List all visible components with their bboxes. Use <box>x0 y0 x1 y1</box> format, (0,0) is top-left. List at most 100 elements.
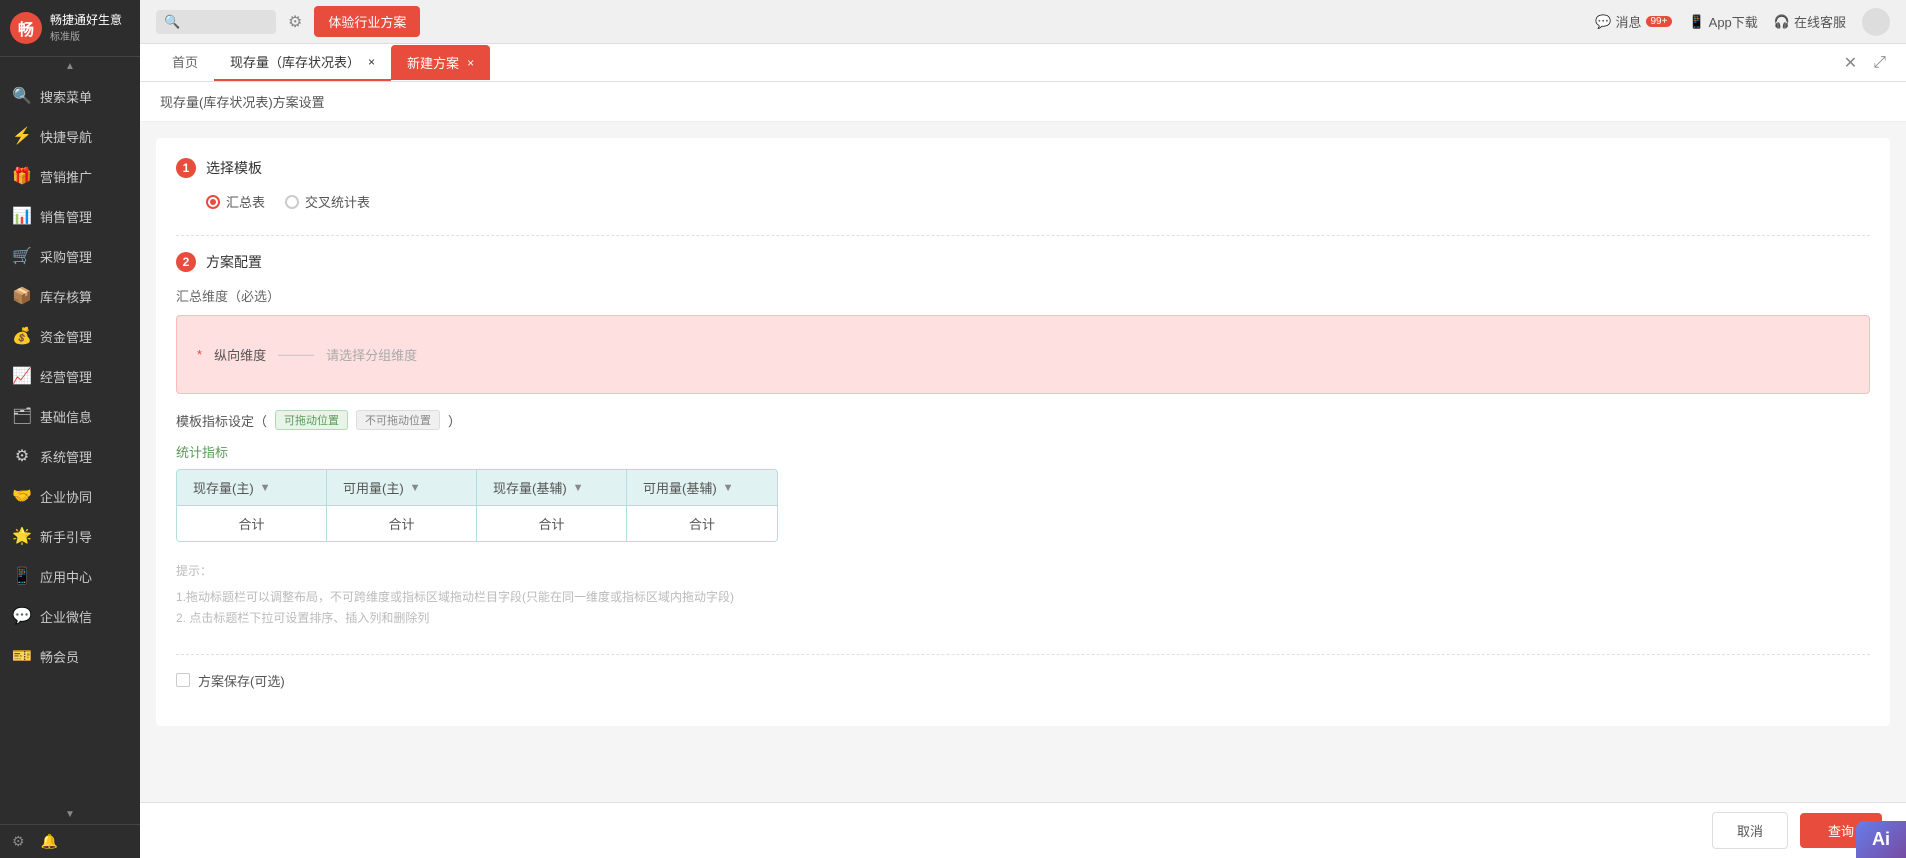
save-checkbox[interactable] <box>176 673 190 687</box>
cancel-button[interactable]: 取消 <box>1712 812 1788 849</box>
col-header-3[interactable]: 可用量(基辅) ▼ <box>627 470 777 505</box>
quicknav-icon: ⚡ <box>12 126 32 146</box>
messages-item[interactable]: 💬 消息 99+ <box>1595 12 1672 31</box>
tab-inventory-close[interactable]: × <box>368 55 375 69</box>
app-download-item[interactable]: 📱 App下载 <box>1688 12 1757 31</box>
search-icon: 🔍 <box>12 86 32 106</box>
sidebar-item-label: 营销推广 <box>40 167 92 186</box>
tab-new-label: 新建方案 <box>407 53 459 72</box>
step1-section: 1 选择模板 汇总表 交叉统计表 <box>176 158 1870 211</box>
sidebar-item-management[interactable]: 📈 经营管理 <box>0 356 140 396</box>
ai-badge[interactable]: Ai <box>1856 821 1906 858</box>
step2-section: 2 方案配置 汇总维度（必选） * 纵向维度 —— 请选择分组维度 模板指标设定… <box>176 252 1870 630</box>
tab-new-close[interactable]: × <box>467 56 474 70</box>
tab-new-plan[interactable]: 新建方案 × <box>391 45 490 80</box>
sidebar-item-purchase[interactable]: 🛒 采购管理 <box>0 236 140 276</box>
movable-badge: 可拖动位置 <box>275 410 348 430</box>
sidebar-item-guide[interactable]: 🌟 新手引导 <box>0 516 140 556</box>
sidebar-item-label: 销售管理 <box>40 207 92 226</box>
radio-summary-table[interactable]: 汇总表 <box>206 192 265 211</box>
col-chevron-3[interactable]: ▼ <box>723 482 734 494</box>
sidebar-item-apps[interactable]: 📱 应用中心 <box>0 556 140 596</box>
sidebar-footer: ⚙ 🔔 <box>0 824 140 858</box>
col-chevron-0[interactable]: ▼ <box>260 482 271 494</box>
stats-cell-2: 合计 <box>477 506 627 541</box>
close-window-button[interactable]: ✕ <box>1840 51 1861 75</box>
tips-section: 提示： 1.拖动标题栏可以调整布局，不可跨维度或指标区域拖动栏目字段(只能在同一… <box>176 561 1870 630</box>
tab-home[interactable]: 首页 <box>156 44 214 81</box>
window-controls: ✕ ⤢ <box>1840 51 1890 75</box>
topbar-right: 💬 消息 99+ 📱 App下载 🎧 在线客服 <box>1595 8 1890 36</box>
sidebar-item-member[interactable]: 🎫 畅会员 <box>0 636 140 676</box>
dimension-placeholder: 请选择分组维度 <box>326 345 417 364</box>
messages-icon: 💬 <box>1595 14 1611 30</box>
sidebar-item-collab[interactable]: 🤝 企业协同 <box>0 476 140 516</box>
finance-icon: 💰 <box>12 326 32 346</box>
footer-settings-icon[interactable]: ⚙ <box>12 833 25 850</box>
stats-title: 统计指标 <box>176 442 1870 461</box>
indicator-label-suffix: ） <box>448 411 461 430</box>
sidebar-item-finance[interactable]: 💰 资金管理 <box>0 316 140 356</box>
radio-cross-table[interactable]: 交叉统计表 <box>285 192 370 211</box>
sidebar-item-label: 企业协同 <box>40 487 92 506</box>
step2-number: 2 <box>176 252 196 272</box>
online-service-item[interactable]: 🎧 在线客服 <box>1774 12 1846 31</box>
sidebar-item-label: 基础信息 <box>40 407 92 426</box>
sidebar-item-base-info[interactable]: 🗂 基础信息 <box>0 396 140 436</box>
col-header-label-1: 可用量(主) <box>343 478 404 497</box>
gear-button[interactable]: ⚙ <box>288 12 302 32</box>
member-icon: 🎫 <box>12 646 32 666</box>
sidebar-item-quicknav[interactable]: ⚡ 快捷导航 <box>0 116 140 156</box>
trial-button[interactable]: 体验行业方案 <box>314 6 420 37</box>
sidebar-item-label: 系统管理 <box>40 447 92 466</box>
sidebar-item-sales[interactable]: 📊 销售管理 <box>0 196 140 236</box>
sidebar-item-label: 企业微信 <box>40 607 92 626</box>
sidebar-scroll-up[interactable]: ▲ <box>0 57 140 76</box>
user-avatar[interactable] <box>1862 8 1890 36</box>
main-area: 🔍 ⚙ 体验行业方案 💬 消息 99+ 📱 App下载 🎧 在线客服 首页 <box>140 0 1906 858</box>
col-chevron-1[interactable]: ▼ <box>410 482 421 494</box>
sidebar-scroll-down[interactable]: ▼ <box>0 805 140 824</box>
sidebar-item-label: 畅会员 <box>40 647 79 666</box>
col-header-label-0: 现存量(主) <box>193 478 254 497</box>
dimension-box[interactable]: * 纵向维度 —— 请选择分组维度 <box>176 315 1870 394</box>
footer-sound-icon[interactable]: 🔔 <box>41 833 58 850</box>
sidebar-item-label: 资金管理 <box>40 327 92 346</box>
sidebar-item-marketing[interactable]: 🎁 营销推广 <box>0 156 140 196</box>
col-header-2[interactable]: 现存量(基辅) ▼ <box>477 470 627 505</box>
col-header-label-2: 现存量(基辅) <box>493 478 567 497</box>
search-input[interactable] <box>186 15 266 29</box>
tip-2: 2. 点击标题栏下拉可设置排序、插入列和删除列 <box>176 608 1870 630</box>
schema-panel: 1 选择模板 汇总表 交叉统计表 2 <box>156 138 1890 726</box>
col-header-0[interactable]: 现存量(主) ▼ <box>177 470 327 505</box>
expand-window-button[interactable]: ⤢ <box>1869 52 1890 74</box>
stats-table: 现存量(主) ▼ 可用量(主) ▼ 现存量(基辅) ▼ <box>176 469 778 542</box>
template-indicator-section: 模板指标设定（ 可拖动位置 不可拖动位置 ） <box>176 410 1870 430</box>
sidebar-item-inventory[interactable]: 📦 库存核算 <box>0 276 140 316</box>
save-option: 方案保存(可选) <box>176 671 1870 690</box>
col-header-1[interactable]: 可用量(主) ▼ <box>327 470 477 505</box>
apps-icon: 📱 <box>12 566 32 586</box>
fixed-badge: 不可拖动位置 <box>356 410 440 430</box>
sidebar-item-wechat[interactable]: 💬 企业微信 <box>0 596 140 636</box>
divider-2 <box>176 654 1870 655</box>
management-icon: 📈 <box>12 366 32 386</box>
step1-title: 选择模板 <box>206 158 262 178</box>
sidebar-item-system[interactable]: ⚙ 系统管理 <box>0 436 140 476</box>
tab-inventory[interactable]: 现存量（库存状况表） × <box>214 44 391 81</box>
col-chevron-2[interactable]: ▼ <box>573 482 584 494</box>
collab-icon: 🤝 <box>12 486 32 506</box>
step2-title: 方案配置 <box>206 252 262 272</box>
sidebar-item-search[interactable]: 🔍 搜索菜单 <box>0 76 140 116</box>
radio-summary-circle <box>206 195 220 209</box>
dimension-required-mark: * <box>197 347 202 362</box>
tips-title: 提示： <box>176 561 1870 583</box>
phone-icon: 📱 <box>1688 14 1704 30</box>
sidebar: 畅 畅捷通好生意 标准版 ▲ 🔍 搜索菜单 ⚡ 快捷导航 🎁 营销推广 📊 销售… <box>0 0 140 858</box>
stats-table-header: 现存量(主) ▼ 可用量(主) ▼ 现存量(基辅) ▼ <box>177 470 777 505</box>
messages-badge: 99+ <box>1646 16 1673 27</box>
bottom-bar: 取消 查询 <box>140 802 1906 858</box>
dimension-vertical-label: 纵向维度 <box>214 345 266 364</box>
topbar-search-container: 🔍 <box>156 10 276 34</box>
marketing-icon: 🎁 <box>12 166 32 186</box>
